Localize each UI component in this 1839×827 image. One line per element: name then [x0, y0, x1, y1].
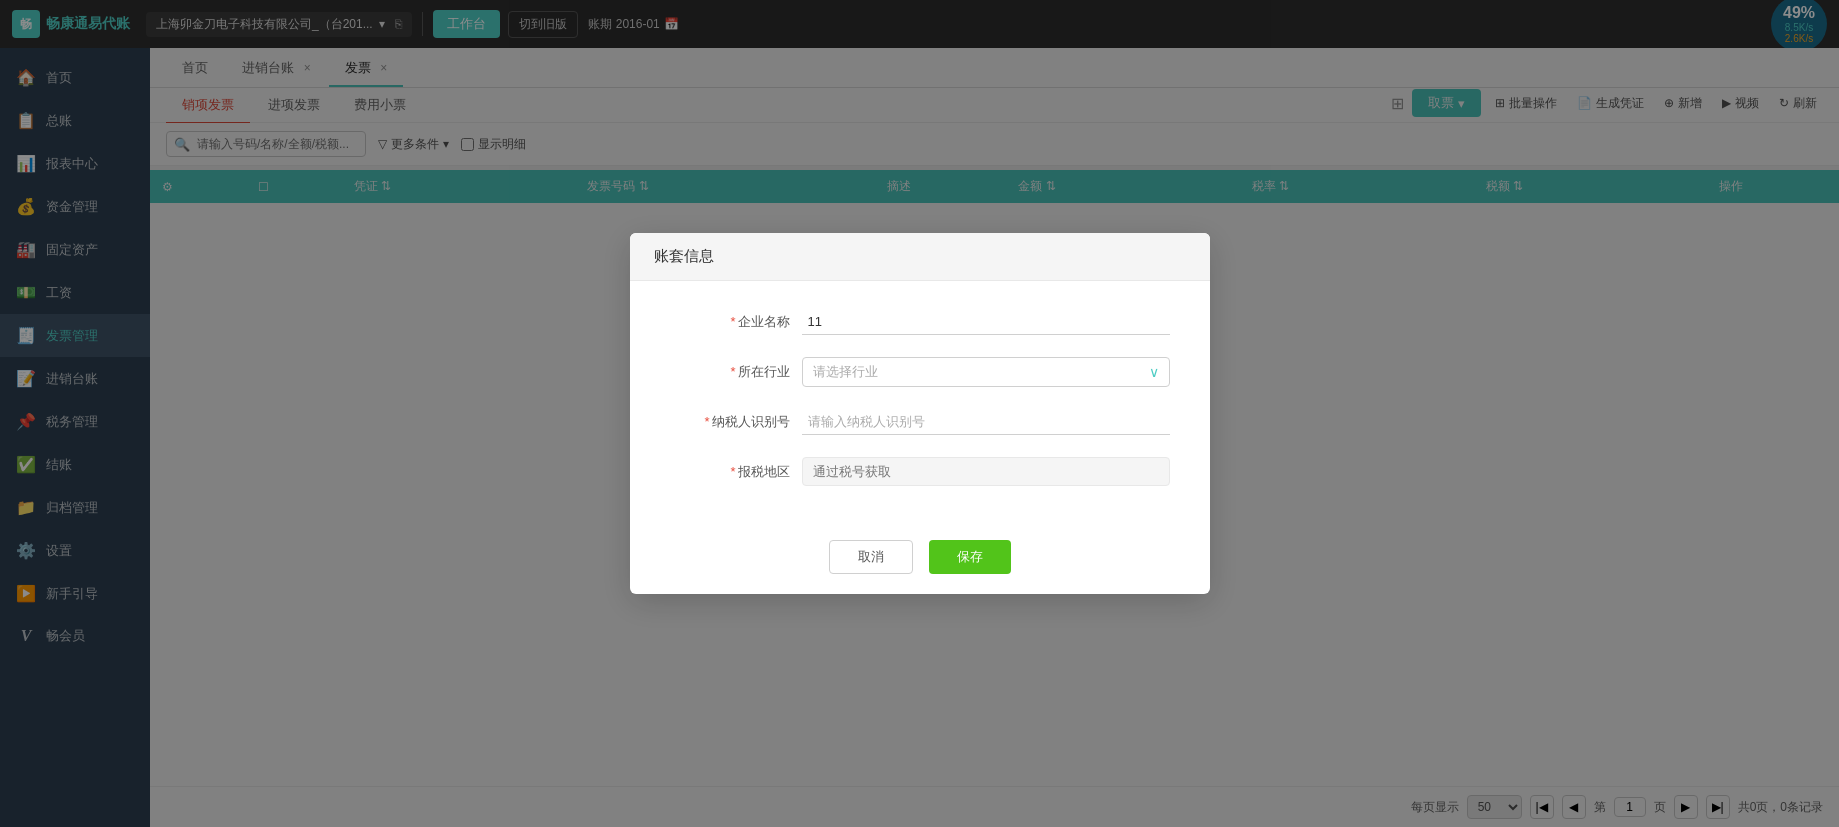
input-tax-id[interactable] — [802, 409, 1170, 435]
form-row-tax-id: *纳税人识别号 — [670, 409, 1170, 435]
label-tax-id: *纳税人识别号 — [670, 413, 790, 431]
industry-arrow-icon: ∨ — [1149, 364, 1159, 380]
label-company-name: *企业名称 — [670, 313, 790, 331]
input-tax-region — [802, 457, 1170, 486]
modal-footer: 取消 保存 — [630, 528, 1210, 594]
modal-overlay: 账套信息 *企业名称 *所在行业 请选择行业 ∨ — [0, 0, 1839, 827]
save-button[interactable]: 保存 — [929, 540, 1011, 574]
account-info-modal: 账套信息 *企业名称 *所在行业 请选择行业 ∨ — [630, 233, 1210, 594]
form-row-company-name: *企业名称 — [670, 309, 1170, 335]
cancel-button[interactable]: 取消 — [829, 540, 913, 574]
form-row-tax-region: *报税地区 — [670, 457, 1170, 486]
industry-placeholder: 请选择行业 — [813, 363, 1149, 381]
modal-title: 账套信息 — [654, 247, 714, 264]
form-row-industry: *所在行业 请选择行业 ∨ — [670, 357, 1170, 387]
select-industry[interactable]: 请选择行业 ∨ — [802, 357, 1170, 387]
modal-body: *企业名称 *所在行业 请选择行业 ∨ *纳税人识别号 — [630, 281, 1210, 528]
label-tax-region: *报税地区 — [670, 463, 790, 481]
input-company-name[interactable] — [802, 309, 1170, 335]
label-industry: *所在行业 — [670, 363, 790, 381]
modal-header: 账套信息 — [630, 233, 1210, 281]
